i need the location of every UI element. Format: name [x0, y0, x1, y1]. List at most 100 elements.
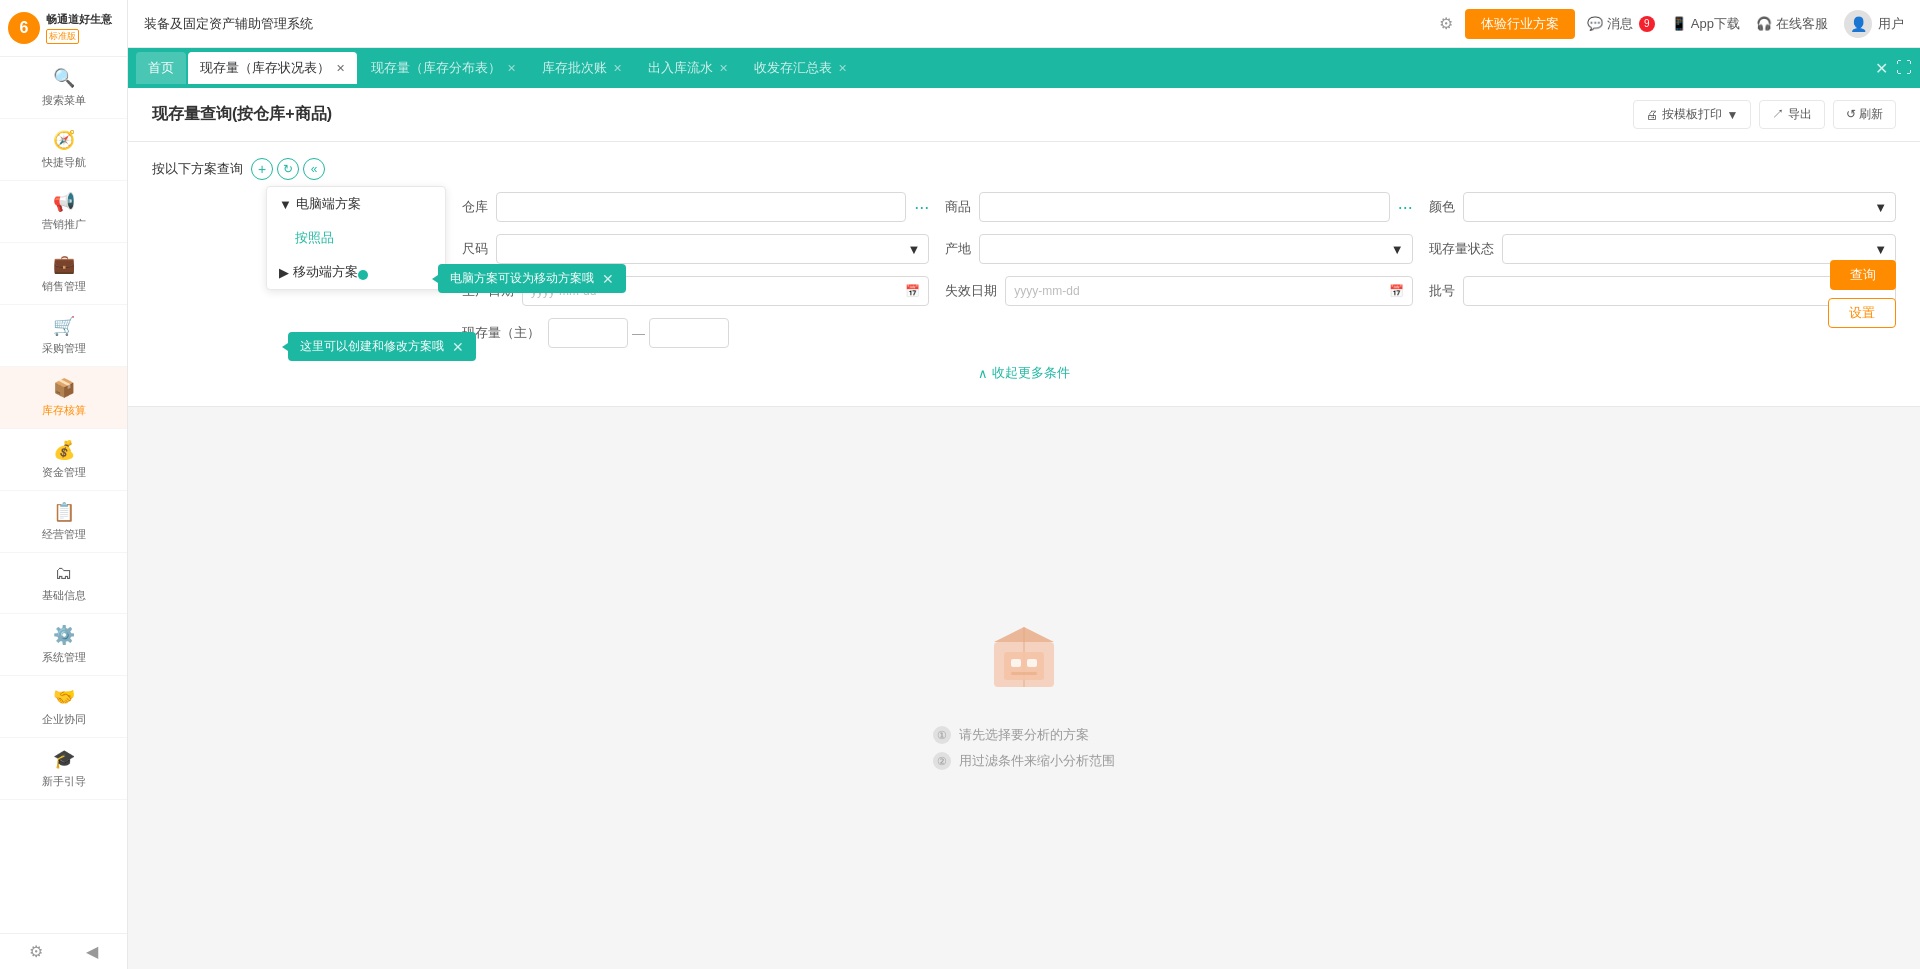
message-icon: 💬: [1587, 16, 1603, 31]
warehouse-dots[interactable]: ···: [914, 197, 929, 218]
sidebar-item-guide[interactable]: 🧭 快捷导航: [0, 119, 127, 181]
tab-close-all-icon[interactable]: ✕: [1875, 59, 1888, 78]
guide-nav-icon: 🧭: [53, 129, 75, 151]
phone-icon: 📱: [1671, 16, 1687, 31]
template-print-button[interactable]: 🖨 按模板打印 ▼: [1633, 100, 1751, 129]
gear-icon[interactable]: ⚙: [1439, 14, 1453, 33]
batch-label: 批号: [1429, 282, 1455, 300]
top-bar-actions: 💬 消息 9 📱 App下载 🎧 在线客服 👤 用户: [1587, 10, 1904, 38]
empty-step-2: ② 用过滤条件来缩小分析范围: [933, 748, 1115, 774]
tooltip-scheme-hint: 电脑方案可设为移动方案哦 ✕: [438, 264, 626, 293]
tab-inventory-status-label: 现存量（库存状况表）: [200, 59, 330, 77]
tooltip2-text: 这里可以创建和修改方案哦: [300, 338, 444, 355]
product-dots[interactable]: ···: [1398, 197, 1413, 218]
user-label: 用户: [1878, 15, 1904, 33]
sidebar-item-newbie[interactable]: 🎓 新手引导: [0, 738, 127, 800]
filter-row-2: 尺码 ▼ 产地 ▼ 现存量状态: [462, 234, 1896, 264]
tab-inout-flow[interactable]: 出入库流水 ✕: [636, 52, 740, 84]
collapse-sidebar-icon[interactable]: ◀: [86, 942, 98, 961]
user-action[interactable]: 👤 用户: [1844, 10, 1904, 38]
main-area: 装备及固定资产辅助管理系统 ⚙ 体验行业方案 💬 消息 9 📱 App下载 🎧 …: [128, 0, 1920, 969]
logo-name: 畅通道好生意: [46, 12, 112, 27]
filter-expiry-date: 失效日期 yyyy-mm-dd 📅: [945, 276, 1412, 306]
product-select[interactable]: [979, 192, 1389, 222]
origin-select[interactable]: ▼: [979, 234, 1412, 264]
svg-rect-5: [1027, 659, 1037, 667]
settings-bottom-icon[interactable]: ⚙: [29, 942, 43, 961]
scheme-desktop-label: 电脑端方案: [296, 195, 361, 213]
filter-origin: 产地 ▼: [945, 234, 1412, 264]
query-button[interactable]: 查询: [1830, 260, 1896, 290]
expiry-date-start[interactable]: yyyy-mm-dd 📅: [1005, 276, 1412, 306]
filter-refresh-btn[interactable]: ↻: [277, 158, 299, 180]
online-support-action[interactable]: 🎧 在线客服: [1756, 15, 1828, 33]
scheme-tree-desktop[interactable]: ▼ 电脑端方案: [267, 187, 445, 221]
tab-inventory-dist[interactable]: 现存量（库存分布表） ✕: [359, 52, 528, 84]
svg-rect-6: [1011, 672, 1037, 675]
expiry-date-wrap: yyyy-mm-dd 📅: [1005, 276, 1412, 306]
tab-close-batch-acct[interactable]: ✕: [613, 62, 622, 75]
empty-step-1: ① 请先选择要分析的方案: [933, 722, 1115, 748]
template-print-label: 按模板打印: [1662, 106, 1722, 123]
filter-back-btn[interactable]: «: [303, 158, 325, 180]
export-icon: ↗: [1772, 107, 1784, 121]
sidebar-item-inventory[interactable]: 📦 库存核算: [0, 367, 127, 429]
scheme-tree-mobile[interactable]: ▶ 移动端方案: [267, 255, 445, 289]
sidebar-item-search[interactable]: 🔍 搜索菜单: [0, 57, 127, 119]
color-select[interactable]: ▼: [1463, 192, 1896, 222]
origin-label: 产地: [945, 240, 971, 258]
filter-size: 尺码 ▼: [462, 234, 929, 264]
sidebar-item-label-purchase: 采购管理: [42, 341, 86, 356]
filter-color: 颜色 ▼: [1429, 192, 1896, 222]
scheme-tree-desktop-item[interactable]: 按照品: [267, 221, 445, 255]
tab-home[interactable]: 首页: [136, 52, 186, 84]
sidebar-item-label-inventory: 库存核算: [42, 403, 86, 418]
page-header: 现存量查询(按仓库+商品) 🖨 按模板打印 ▼ ↗ 导出 ↺ 刷新: [128, 88, 1920, 142]
step-num-2: ②: [933, 752, 951, 770]
sidebar-item-purchase[interactable]: 🛒 采购管理: [0, 305, 127, 367]
tab-bar: 首页 现存量（库存状况表） ✕ 现存量（库存分布表） ✕ 库存批次账 ✕ 出入库…: [128, 48, 1920, 88]
tab-close-inout-flow[interactable]: ✕: [719, 62, 728, 75]
tab-close-inventory-dist[interactable]: ✕: [507, 62, 516, 75]
content-area: 现存量查询(按仓库+商品) 🖨 按模板打印 ▼ ↗ 导出 ↺ 刷新: [128, 88, 1920, 969]
collapse-label: 收起更多条件: [992, 364, 1070, 382]
sidebar-item-finance[interactable]: 💰 资金管理: [0, 429, 127, 491]
filter-stock-qty: 现存量（主） —: [462, 318, 929, 348]
tab-batch-acct[interactable]: 库存批次账 ✕: [530, 52, 634, 84]
connector-dot: [358, 270, 368, 280]
product-label: 商品: [945, 198, 971, 216]
sidebar: 6 畅通道好生意 标准版 🔍 搜索菜单 🧭 快捷导航 📢 营销推广 💼 销售管理: [0, 0, 128, 969]
tab-expand-icon[interactable]: ⛶: [1896, 59, 1912, 78]
sidebar-item-sales[interactable]: 💼 销售管理: [0, 243, 127, 305]
page-header-actions: 🖨 按模板打印 ▼ ↗ 导出 ↺ 刷新: [1633, 100, 1896, 129]
expiry-date-start-placeholder: yyyy-mm-dd: [1014, 284, 1079, 298]
stock-status-label: 现存量状态: [1429, 240, 1494, 258]
app-download-action[interactable]: 📱 App下载: [1671, 15, 1740, 33]
size-select[interactable]: ▼: [496, 234, 929, 264]
refresh-icon: ↺: [1846, 107, 1856, 121]
export-label: 导出: [1788, 107, 1812, 121]
sidebar-item-system[interactable]: ⚙️ 系统管理: [0, 614, 127, 676]
sidebar-item-marketing[interactable]: 📢 营销推广: [0, 181, 127, 243]
tooltip2-close-icon[interactable]: ✕: [452, 339, 464, 355]
filter-add-btn[interactable]: +: [251, 158, 273, 180]
stock-qty-min[interactable]: [548, 318, 628, 348]
tab-inventory-status[interactable]: 现存量（库存状况表） ✕: [188, 52, 357, 84]
stock-qty-max[interactable]: [649, 318, 729, 348]
tab-close-recv-summary[interactable]: ✕: [838, 62, 847, 75]
tab-close-inventory-status[interactable]: ✕: [336, 62, 345, 75]
trial-btn[interactable]: 体验行业方案: [1465, 9, 1575, 39]
sidebar-nav: 🔍 搜索菜单 🧭 快捷导航 📢 营销推广 💼 销售管理 🛒 采购管理 📦: [0, 57, 127, 933]
warehouse-select[interactable]: [496, 192, 906, 222]
sidebar-item-ops[interactable]: 📋 经营管理: [0, 491, 127, 553]
tooltip1-close-icon[interactable]: ✕: [602, 271, 614, 287]
sidebar-item-base[interactable]: 🗂 基础信息: [0, 553, 127, 614]
collapse-btn[interactable]: ∧ 收起更多条件: [152, 356, 1896, 390]
sidebar-item-collab[interactable]: 🤝 企业协同: [0, 676, 127, 738]
refresh-button[interactable]: ↺ 刷新: [1833, 100, 1896, 129]
export-button[interactable]: ↗ 导出: [1759, 100, 1824, 129]
tab-recv-summary[interactable]: 收发存汇总表 ✕: [742, 52, 859, 84]
top-bar: 装备及固定资产辅助管理系统 ⚙ 体验行业方案 💬 消息 9 📱 App下载 🎧 …: [128, 0, 1920, 48]
message-action[interactable]: 💬 消息 9: [1587, 15, 1655, 33]
set-button[interactable]: 设置: [1828, 298, 1896, 328]
